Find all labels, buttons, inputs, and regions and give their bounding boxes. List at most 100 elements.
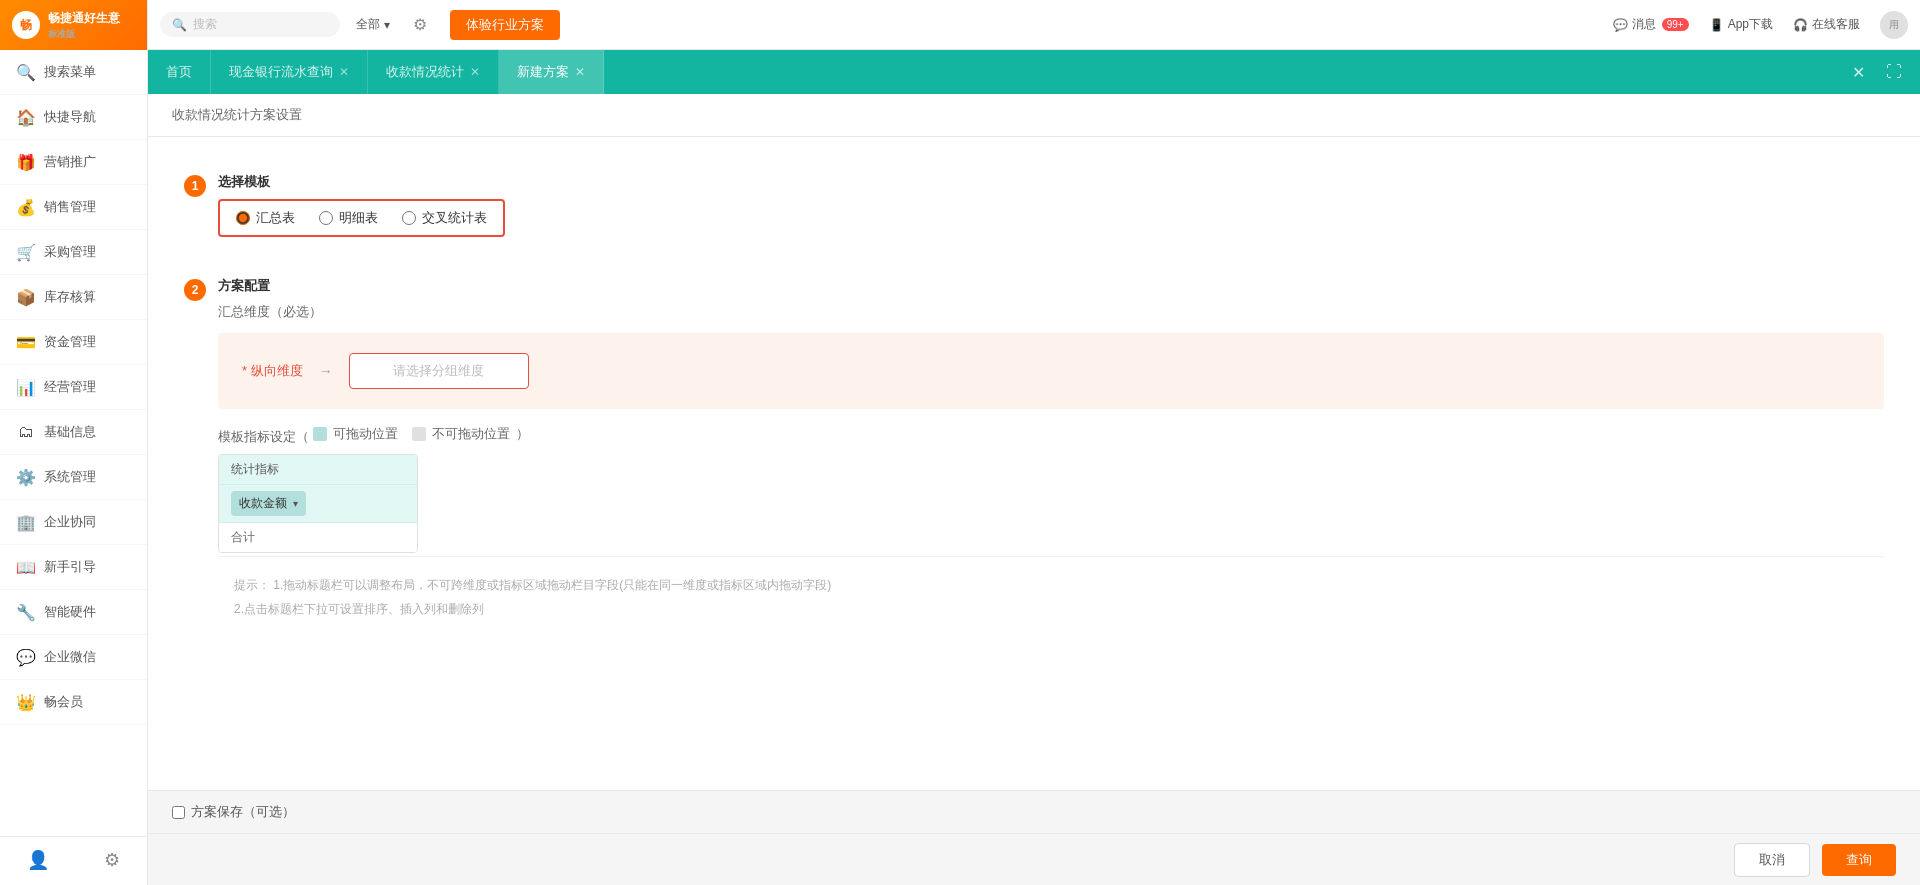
operations-icon: 📊 — [16, 377, 36, 397]
help-icon: 👤 — [27, 849, 49, 871]
option-detail[interactable]: 明细表 — [319, 209, 378, 227]
metrics-title: 模板指标设定（ 可拖动位置 不可拖动位置 ） — [218, 425, 529, 446]
sidebar-item-purchase[interactable]: 🛒 采购管理 — [0, 230, 147, 275]
option-cross-label: 交叉统计表 — [422, 209, 487, 227]
radio-detail[interactable] — [319, 211, 333, 225]
save-checkbox[interactable] — [172, 806, 185, 819]
option-summary-label: 汇总表 — [256, 209, 295, 227]
dropdown-chevron-icon: ▾ — [384, 18, 390, 32]
sidebar-item-search-menu[interactable]: 🔍 搜索菜单 — [0, 50, 147, 95]
message-badge: 99+ — [1662, 18, 1689, 31]
support-label: 在线客服 — [1812, 16, 1860, 33]
sidebar-item-label: 库存核算 — [44, 288, 96, 306]
tab-home[interactable]: 首页 — [148, 50, 211, 94]
expand-btn[interactable]: ⛶ — [1880, 58, 1908, 86]
sidebar-item-marketing[interactable]: 🎁 营销推广 — [0, 140, 147, 185]
step2-num: 2 — [184, 279, 206, 301]
bottom-bar: 取消 查询 — [148, 833, 1920, 885]
vertical-label: * 纵向维度 — [242, 362, 303, 380]
save-checkbox-label[interactable]: 方案保存（可选） — [172, 803, 295, 821]
smart-hw-icon: 🔧 — [16, 602, 36, 622]
chevron-down-icon: ▾ — [293, 498, 298, 509]
sidebar-item-label: 销售管理 — [44, 198, 96, 216]
topbar-gear-btn[interactable]: ⚙ — [406, 11, 434, 39]
sidebar-item-enterprise[interactable]: 🏢 企业协同 — [0, 500, 147, 545]
sidebar-item-smart-hw[interactable]: 🔧 智能硬件 — [0, 590, 147, 635]
sidebar-item-sales[interactable]: 💰 销售管理 — [0, 185, 147, 230]
save-option-row: 方案保存（可选） — [148, 790, 1920, 833]
tab-new-plan-close-icon[interactable]: ✕ — [575, 65, 585, 79]
settings-icon: ⚙ — [104, 849, 120, 871]
search-box[interactable]: 🔍 搜索 — [160, 12, 340, 37]
topbar: 🔍 搜索 全部 ▾ ⚙ 体验行业方案 💬 消息 99+ 📱 App下载 🎧 在线… — [148, 0, 1920, 50]
download-btn[interactable]: 📱 App下载 — [1709, 16, 1773, 33]
newbie-icon: 📖 — [16, 557, 36, 577]
sidebar-item-system[interactable]: ⚙️ 系统管理 — [0, 455, 147, 500]
sidebar-help-btn[interactable]: 👤 — [19, 845, 57, 877]
radio-cross[interactable] — [402, 211, 416, 225]
sidebar-item-label: 系统管理 — [44, 468, 96, 486]
save-label: 方案保存（可选） — [191, 803, 295, 821]
logo-title: 畅捷通好生意 — [48, 10, 120, 27]
step1-num: 1 — [184, 175, 206, 197]
sidebar-item-label: 畅会员 — [44, 693, 83, 711]
step1-content: 选择模板 汇总表 明细表 — [218, 173, 1884, 237]
tabbar: 首页 现金银行流水查询 ✕ 收款情况统计 ✕ 新建方案 ✕ ✕ ⛶ — [148, 50, 1920, 94]
metrics-tag-payment[interactable]: 收款金额 ▾ — [231, 491, 306, 516]
sidebar-item-quick-nav[interactable]: 🏠 快捷导航 — [0, 95, 147, 140]
metrics-group-header: 统计指标 — [219, 455, 417, 485]
dimension-select-placeholder: 请选择分组维度 — [393, 363, 484, 378]
tab-bank-flow-close-icon[interactable]: ✕ — [339, 65, 349, 79]
metrics-subtag: 合计 — [219, 523, 417, 552]
trial-button[interactable]: 体验行业方案 — [450, 10, 560, 40]
user-avatar[interactable]: 用 — [1880, 11, 1908, 39]
close-btn[interactable]: ✕ — [1844, 58, 1872, 86]
metrics-tag-label: 收款金额 — [239, 495, 287, 512]
tab-receipt-stats[interactable]: 收款情况统计 ✕ — [368, 50, 499, 94]
message-btn[interactable]: 💬 消息 99+ — [1613, 16, 1689, 33]
tab-new-plan[interactable]: 新建方案 ✕ — [499, 50, 604, 94]
step2-section: 2 方案配置 汇总维度（必选） * 纵向维度 → 请选择分组维度 — [184, 265, 1884, 649]
page-inner: 收款情况统计方案设置 1 选择模板 汇总表 — [148, 94, 1920, 833]
sidebar-item-member[interactable]: 👑 畅会员 — [0, 680, 147, 725]
summary-dimension-title: 汇总维度（必选） — [218, 303, 1884, 321]
sidebar-item-operations[interactable]: 📊 经营管理 — [0, 365, 147, 410]
dropdown-text: 全部 — [356, 16, 380, 33]
tab-bank-flow[interactable]: 现金银行流水查询 ✕ — [211, 50, 368, 94]
page-body: 1 选择模板 汇总表 明细表 — [160, 145, 1908, 782]
query-button[interactable]: 查询 — [1822, 844, 1896, 876]
page-content: 收款情况统计方案设置 1 选择模板 汇总表 — [148, 94, 1920, 885]
dimension-select[interactable]: 请选择分组维度 — [349, 353, 529, 389]
sidebar-settings-btn[interactable]: ⚙ — [96, 845, 128, 877]
option-summary[interactable]: 汇总表 — [236, 209, 295, 227]
sidebar-item-label: 基础信息 — [44, 423, 96, 441]
sidebar-item-wechat[interactable]: 💬 企业微信 — [0, 635, 147, 680]
cancel-button[interactable]: 取消 — [1734, 843, 1810, 877]
sidebar-item-label: 企业协同 — [44, 513, 96, 531]
sidebar-badge: 标准版 — [48, 28, 120, 41]
sidebar-item-label: 智能硬件 — [44, 603, 96, 621]
sidebar-menu: 🔍 搜索菜单 🏠 快捷导航 🎁 营销推广 💰 销售管理 🛒 采购管理 📦 库存核… — [0, 50, 147, 836]
support-btn[interactable]: 🎧 在线客服 — [1793, 16, 1860, 33]
sales-icon: 💰 — [16, 197, 36, 217]
marketing-icon: 🎁 — [16, 152, 36, 172]
option-cross[interactable]: 交叉统计表 — [402, 209, 487, 227]
download-label: App下载 — [1728, 16, 1773, 33]
tips-section: 提示： 1.拖动标题栏可以调整布局，不可跨维度或指标区域拖动栏目字段(只能在同一… — [218, 556, 1884, 637]
system-icon: ⚙️ — [16, 467, 36, 487]
avatar-text: 用 — [1889, 18, 1899, 32]
sidebar-item-label: 营销推广 — [44, 153, 96, 171]
search-placeholder-text: 搜索 — [193, 16, 217, 33]
download-icon: 📱 — [1709, 18, 1724, 32]
purchase-icon: 🛒 — [16, 242, 36, 262]
sidebar-item-finance[interactable]: 💳 资金管理 — [0, 320, 147, 365]
tab-receipt-stats-label: 收款情况统计 — [386, 63, 464, 81]
topbar-dropdown[interactable]: 全部 ▾ — [356, 16, 390, 33]
sidebar-item-label: 搜索菜单 — [44, 63, 96, 81]
radio-summary[interactable] — [236, 211, 250, 225]
tab-receipt-stats-close-icon[interactable]: ✕ — [470, 65, 480, 79]
sidebar-item-basic-info[interactable]: 🗂 基础信息 — [0, 410, 147, 455]
sidebar: 畅 畅捷通好生意 标准版 🔍 搜索菜单 🏠 快捷导航 🎁 营销推广 💰 销售管理… — [0, 0, 148, 885]
sidebar-item-newbie[interactable]: 📖 新手引导 — [0, 545, 147, 590]
sidebar-item-inventory[interactable]: 📦 库存核算 — [0, 275, 147, 320]
